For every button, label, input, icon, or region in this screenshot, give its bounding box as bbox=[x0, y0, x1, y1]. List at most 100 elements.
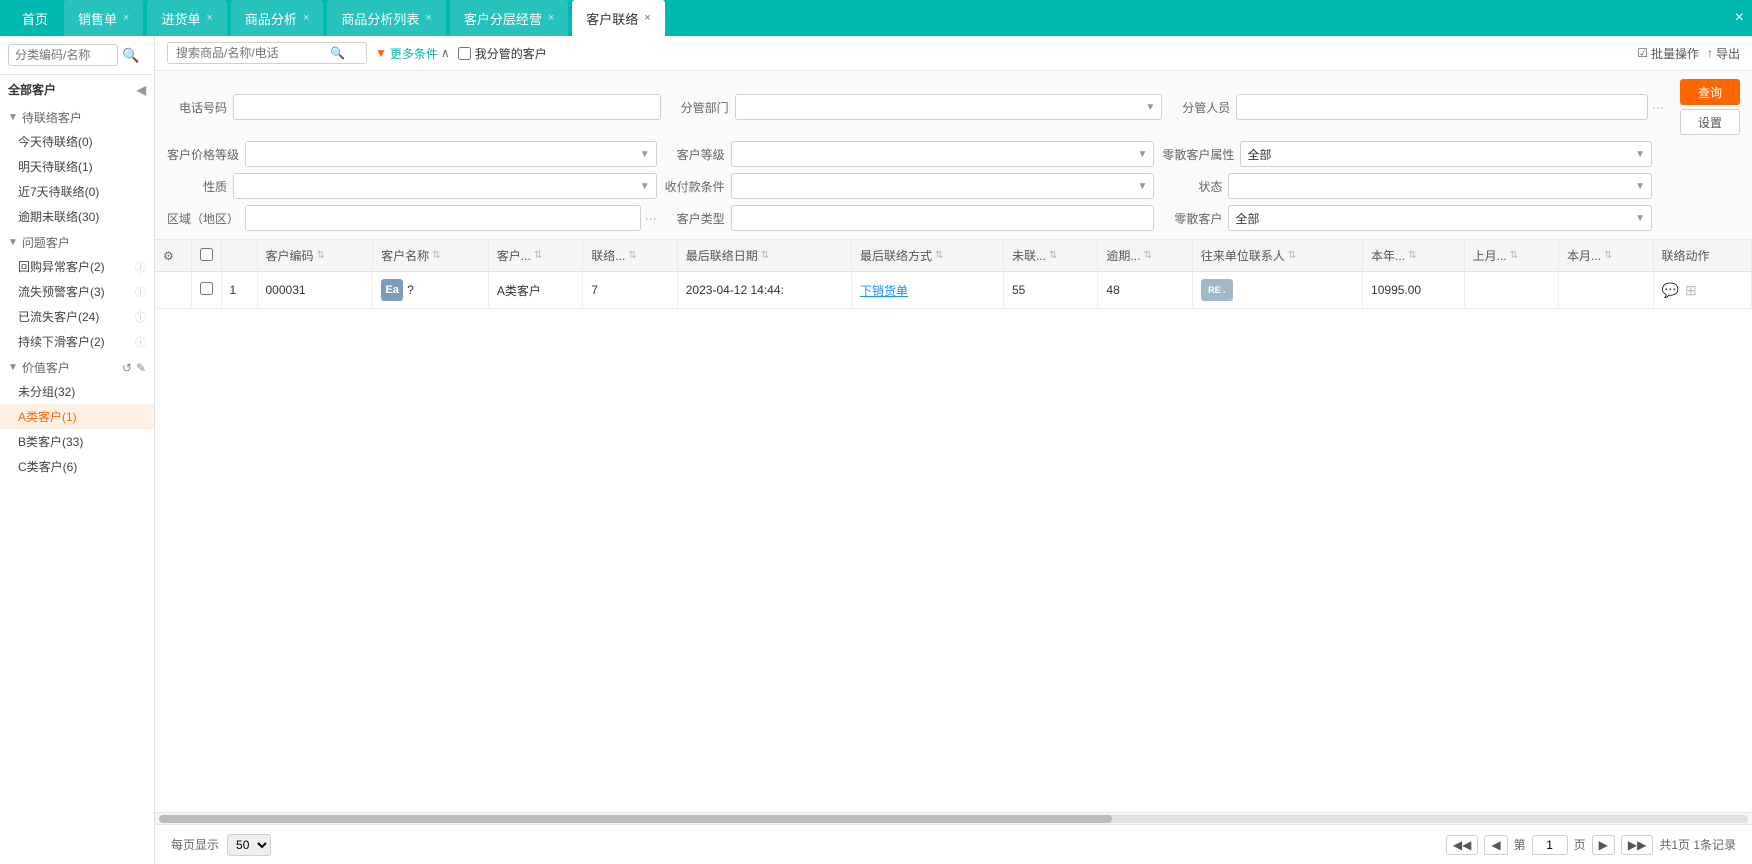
sidebar-item-today-contact[interactable]: 今天待联络(0) bbox=[0, 129, 154, 154]
tab-customer-contact[interactable]: 客户联络 × bbox=[572, 0, 664, 36]
dept-select[interactable]: ▼ bbox=[735, 94, 1163, 120]
sort-this-month-icon[interactable]: ⇅ bbox=[1604, 250, 1612, 261]
region-dots[interactable]: ··· bbox=[645, 211, 657, 225]
section-pending-contact[interactable]: ▼ 待联络客户 bbox=[0, 104, 154, 129]
sidebar-search-icon[interactable]: 🔍 bbox=[122, 47, 139, 64]
sidebar-item-ungrouped[interactable]: 未分组(32) bbox=[0, 379, 154, 404]
next-page-button[interactable]: ▶ bbox=[1592, 835, 1615, 855]
last-page-button[interactable]: ▶▶ bbox=[1621, 835, 1653, 855]
prev-page-button[interactable]: ◀ bbox=[1484, 835, 1507, 855]
pagination: 每页显示 50 ◀◀ ◀ 第 页 ▶ ▶▶ 共1页 1条记录 bbox=[155, 824, 1752, 864]
chat-icon[interactable]: 💬 bbox=[1662, 282, 1679, 299]
tab-sales[interactable]: 销售单 × bbox=[64, 0, 143, 36]
query-button[interactable]: 查询 bbox=[1680, 79, 1740, 105]
export-button[interactable]: ↑ 导出 bbox=[1707, 45, 1740, 62]
tab-customer-tier[interactable]: 客户分层经营 × bbox=[450, 0, 568, 36]
nature-select[interactable]: ▼ bbox=[233, 173, 657, 199]
per-page-select[interactable]: 50 bbox=[227, 834, 271, 856]
sidebar-item-c-class[interactable]: C类客户(6) bbox=[0, 454, 154, 479]
settings-button[interactable]: 设置 bbox=[1680, 109, 1740, 135]
tab-analysis-list[interactable]: 商品分析列表 × bbox=[327, 0, 445, 36]
th-checkbox bbox=[191, 240, 221, 272]
sidebar-collapse-icon[interactable]: ◀ bbox=[137, 83, 146, 97]
payment-select[interactable]: ▼ bbox=[731, 173, 1155, 199]
filter-search-box: 🔍 bbox=[167, 42, 367, 64]
person-dots[interactable]: ··· bbox=[1652, 100, 1664, 114]
sidebar-item-declining[interactable]: 持续下滑客户(2) ⓘ bbox=[0, 329, 154, 354]
close-customer-tier-tab[interactable]: × bbox=[548, 12, 554, 24]
sort-contact-icon[interactable]: ⇅ bbox=[628, 250, 636, 261]
td-gear bbox=[155, 272, 191, 309]
sort-last-month-icon[interactable]: ⇅ bbox=[1510, 250, 1518, 261]
page-info: ◀◀ ◀ 第 页 ▶ ▶▶ 共1页 1条记录 bbox=[1446, 835, 1736, 855]
close-purchase-tab[interactable]: × bbox=[206, 12, 212, 24]
sidebar-item-repurchase-abnormal[interactable]: 回购异常客户(2) ⓘ bbox=[0, 254, 154, 279]
sidebar-item-overdue-contact[interactable]: 逾期未联络(30) bbox=[0, 204, 154, 229]
section-value-customer[interactable]: ▼ 价值客户 ↺ ✎ bbox=[0, 354, 154, 379]
section-problem-customer[interactable]: ▼ 问题客户 bbox=[0, 229, 154, 254]
sort-prev-contact-icon[interactable]: ⇅ bbox=[1288, 250, 1296, 261]
phone-input[interactable] bbox=[233, 94, 661, 120]
customer-type-label: 客户类型 bbox=[665, 210, 725, 227]
sidebar-item-tomorrow-contact[interactable]: 明天待联络(1) bbox=[0, 154, 154, 179]
sidebar-item-a-class[interactable]: A类客户(1) bbox=[0, 404, 154, 429]
export-icon: ↑ bbox=[1707, 46, 1713, 60]
edit-icon[interactable]: ✎ bbox=[136, 361, 146, 375]
close-analysis-tab[interactable]: × bbox=[303, 12, 309, 24]
my-customers-check[interactable] bbox=[458, 47, 471, 60]
close-sales-tab[interactable]: × bbox=[123, 12, 129, 24]
batch-op-button[interactable]: ☑ 批量操作 bbox=[1637, 45, 1699, 62]
scrollbar-track bbox=[159, 815, 1748, 823]
sidebar-item-b-class[interactable]: B类客户(33) bbox=[0, 429, 154, 454]
page-input[interactable] bbox=[1532, 835, 1568, 855]
more-filters-button[interactable]: ▼ 更多条件 ∧ bbox=[375, 45, 450, 62]
filter-status: 状态 ▼ bbox=[1162, 173, 1652, 199]
sort-overdue-icon[interactable]: ⇅ bbox=[1143, 250, 1151, 261]
tab-analysis[interactable]: 商品分析 × bbox=[231, 0, 323, 36]
td-contact: 7 bbox=[583, 272, 677, 309]
sidebar-all-customers[interactable]: 全部客户 ◀ bbox=[0, 75, 154, 104]
qr-icon[interactable]: ⊞ bbox=[1685, 282, 1697, 299]
retail-customer-select[interactable]: 全部 ▼ bbox=[1228, 205, 1652, 231]
sort-this-year-icon[interactable]: ⇅ bbox=[1408, 250, 1416, 261]
filter-search-input[interactable] bbox=[176, 46, 326, 60]
my-customers-checkbox[interactable]: 我分管的客户 bbox=[458, 45, 547, 62]
refresh-icon[interactable]: ↺ bbox=[122, 361, 132, 375]
adv-filter-row-4: 区域（地区） ··· 客户类型 零散客户 全部 bbox=[167, 205, 1740, 231]
price-level-select[interactable]: ▼ bbox=[245, 141, 657, 167]
td-this-year: 10995.00 bbox=[1363, 272, 1465, 309]
sort-uncontacted-icon[interactable]: ⇅ bbox=[1049, 250, 1057, 261]
gear-settings-icon[interactable]: ⚙ bbox=[163, 249, 174, 263]
row-checkbox[interactable] bbox=[200, 282, 213, 295]
filter-search-icon[interactable]: 🔍 bbox=[330, 46, 345, 60]
sidebar-item-7day-contact[interactable]: 近7天待联络(0) bbox=[0, 179, 154, 204]
sort-last-method-icon[interactable]: ⇅ bbox=[935, 250, 943, 261]
sidebar-item-churned[interactable]: 已流失客户(24) ⓘ bbox=[0, 304, 154, 329]
sort-type-icon[interactable]: ⇅ bbox=[534, 250, 542, 261]
customer-table: ⚙ 客户编码⇅ 客户名称⇅ 客户...⇅ bbox=[155, 240, 1752, 309]
main-layout: 🔍 全部客户 ◀ ▼ 待联络客户 今天待联络(0) 明天待联络(1) 近7天待联… bbox=[0, 36, 1752, 864]
close-all-icon[interactable]: × bbox=[1735, 9, 1744, 27]
sort-name-icon[interactable]: ⇅ bbox=[432, 250, 440, 261]
person-input[interactable] bbox=[1236, 94, 1648, 120]
customer-level-select[interactable]: ▼ bbox=[731, 141, 1155, 167]
retail-attr-select[interactable]: 全部 ▼ bbox=[1240, 141, 1652, 167]
customer-type-input[interactable] bbox=[731, 205, 1155, 231]
sidebar-search-input[interactable] bbox=[8, 44, 118, 66]
sidebar-item-churn-warning[interactable]: 流失预警客户(3) ⓘ bbox=[0, 279, 154, 304]
last-method-link[interactable]: 下销货单 bbox=[860, 284, 908, 298]
person-label: 分管人员 bbox=[1170, 99, 1230, 116]
first-page-button[interactable]: ◀◀ bbox=[1446, 835, 1478, 855]
horizontal-scrollbar[interactable] bbox=[155, 812, 1752, 824]
close-analysis-list-tab[interactable]: × bbox=[425, 12, 431, 24]
sort-last-date-icon[interactable]: ⇅ bbox=[761, 250, 769, 261]
tab-home[interactable]: 首页 bbox=[8, 0, 62, 36]
sort-code-icon[interactable]: ⇅ bbox=[317, 250, 325, 261]
region-select[interactable] bbox=[245, 205, 641, 231]
status-select[interactable]: ▼ bbox=[1228, 173, 1652, 199]
select-all-checkbox[interactable] bbox=[200, 248, 213, 261]
scrollbar-thumb[interactable] bbox=[159, 815, 1112, 823]
close-customer-contact-tab[interactable]: × bbox=[644, 12, 650, 24]
adv-filter-row-3: 性质 ▼ 收付款条件 ▼ 状态 bbox=[167, 173, 1740, 199]
tab-purchase[interactable]: 进货单 × bbox=[147, 0, 226, 36]
